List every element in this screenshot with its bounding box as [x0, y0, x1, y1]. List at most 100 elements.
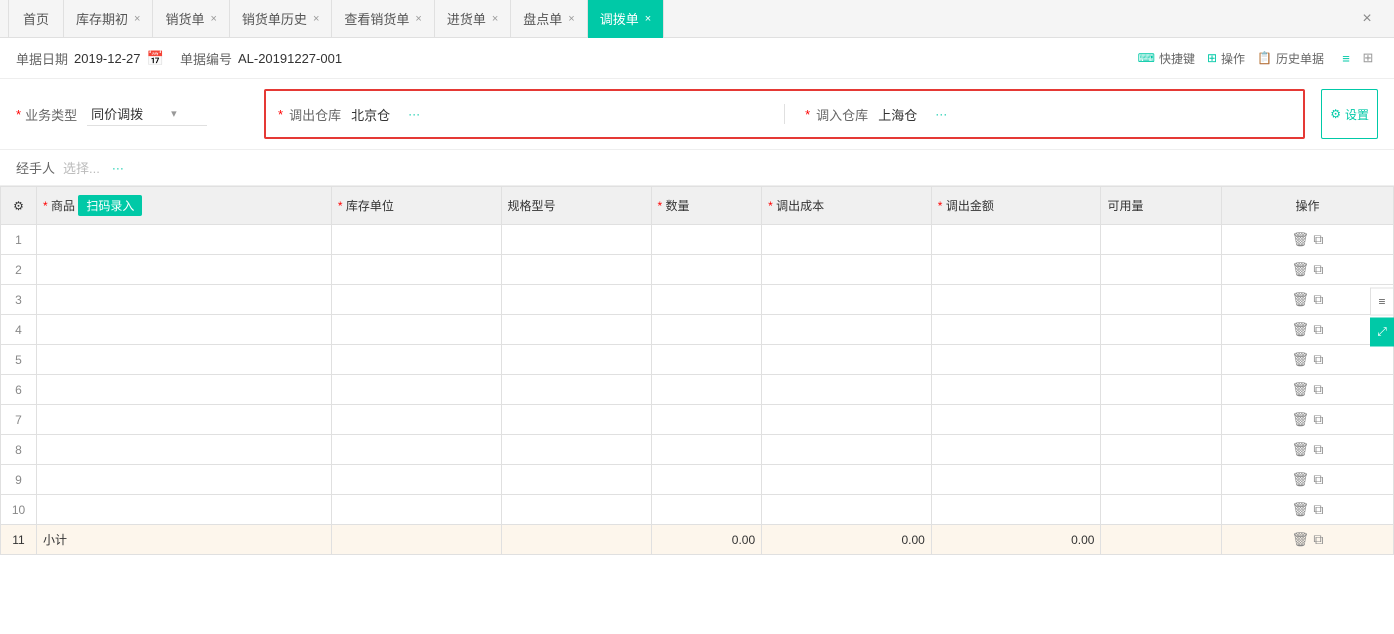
cell-unit[interactable] — [331, 465, 501, 495]
tab-inventory-check[interactable]: 盘点单 × — [511, 0, 587, 38]
delete-icon[interactable]: 🗑 — [1292, 531, 1310, 548]
tab-sales-order[interactable]: 销货单 × — [153, 0, 229, 38]
cell-qty[interactable] — [651, 435, 762, 465]
cell-unit[interactable] — [331, 315, 501, 345]
delete-icon[interactable]: 🗑 — [1292, 411, 1310, 428]
cell-amount[interactable] — [931, 225, 1101, 255]
cell-qty[interactable] — [651, 345, 762, 375]
scan-button[interactable]: 扫码录入 — [78, 195, 142, 216]
cell-cost[interactable] — [762, 345, 932, 375]
close-icon[interactable]: × — [492, 13, 498, 25]
cell-qty[interactable] — [651, 225, 762, 255]
tab-sales-history[interactable]: 销货单历史 × — [230, 0, 332, 38]
copy-icon[interactable]: ⧉ — [1313, 231, 1323, 248]
cell-amount[interactable] — [931, 495, 1101, 525]
settings-button[interactable]: ⚙ 设置 — [1321, 89, 1378, 139]
window-close-button[interactable]: × — [1348, 0, 1386, 38]
cell-unit[interactable] — [331, 255, 501, 285]
cell-qty[interactable] — [651, 495, 762, 525]
copy-icon[interactable]: ⧉ — [1313, 261, 1323, 278]
cell-qty[interactable] — [651, 285, 762, 315]
copy-icon[interactable]: ⧉ — [1313, 471, 1323, 488]
doc-number-value[interactable]: AL-20191227-001 — [238, 51, 342, 66]
cell-cost[interactable] — [762, 285, 932, 315]
cell-product[interactable] — [37, 405, 332, 435]
cell-spec[interactable] — [501, 315, 651, 345]
cell-amount[interactable] — [931, 255, 1101, 285]
copy-icon[interactable]: ⧉ — [1313, 321, 1323, 338]
cell-spec[interactable] — [501, 435, 651, 465]
cell-qty[interactable] — [651, 405, 762, 435]
close-icon[interactable]: × — [313, 13, 319, 25]
cell-qty[interactable] — [651, 375, 762, 405]
cell-product[interactable] — [37, 315, 332, 345]
cell-amount[interactable] — [931, 465, 1101, 495]
handler-more[interactable]: ··· — [112, 161, 124, 175]
cell-unit[interactable] — [331, 405, 501, 435]
layout-grid-btn[interactable]: ⊞ — [1358, 48, 1378, 68]
delete-icon[interactable]: 🗑 — [1292, 291, 1310, 308]
cell-unit[interactable] — [331, 495, 501, 525]
handler-placeholder[interactable]: 选择... — [63, 158, 100, 177]
delete-icon[interactable]: 🗑 — [1292, 321, 1310, 338]
cell-product[interactable] — [37, 375, 332, 405]
close-icon[interactable]: × — [568, 13, 574, 25]
delete-icon[interactable]: 🗑 — [1292, 471, 1310, 488]
cell-amount[interactable] — [931, 315, 1101, 345]
close-icon[interactable]: × — [415, 13, 421, 25]
cell-spec[interactable] — [501, 375, 651, 405]
tab-home[interactable]: 首页 — [8, 0, 64, 38]
cell-amount[interactable] — [931, 285, 1101, 315]
cell-spec[interactable] — [501, 345, 651, 375]
cell-product[interactable] — [37, 435, 332, 465]
cell-amount[interactable] — [931, 375, 1101, 405]
cell-spec[interactable] — [501, 405, 651, 435]
cell-amount[interactable] — [931, 405, 1101, 435]
cell-spec[interactable] — [501, 495, 651, 525]
cell-product[interactable] — [37, 465, 332, 495]
cell-spec[interactable] — [501, 285, 651, 315]
warehouse-in-value[interactable]: 上海仓 — [878, 105, 917, 124]
layout-list-btn[interactable]: ≡ — [1336, 48, 1356, 68]
cell-cost[interactable] — [762, 315, 932, 345]
cell-spec[interactable] — [501, 225, 651, 255]
cell-unit[interactable] — [331, 285, 501, 315]
cell-product[interactable] — [37, 255, 332, 285]
cell-cost[interactable] — [762, 255, 932, 285]
cell-cost[interactable] — [762, 225, 932, 255]
shortcut-action[interactable]: ⌨ 快捷键 — [1138, 50, 1195, 67]
delete-icon[interactable]: 🗑 — [1292, 441, 1310, 458]
col-gear[interactable]: ⚙ — [1, 187, 37, 225]
warehouse-in-more[interactable]: ··· — [935, 107, 947, 121]
cell-cost[interactable] — [762, 405, 932, 435]
cell-product[interactable] — [37, 285, 332, 315]
cell-cost[interactable] — [762, 375, 932, 405]
delete-icon[interactable]: 🗑 — [1292, 381, 1310, 398]
cell-qty[interactable] — [651, 255, 762, 285]
cell-amount[interactable] — [931, 345, 1101, 375]
delete-icon[interactable]: 🗑 — [1292, 261, 1310, 278]
business-type-select[interactable]: 同价调拨 ▾ — [87, 102, 207, 126]
delete-icon[interactable]: 🗑 — [1292, 501, 1310, 518]
copy-icon[interactable]: ⧉ — [1313, 531, 1323, 548]
cell-unit[interactable] — [331, 345, 501, 375]
cell-product[interactable] — [37, 345, 332, 375]
copy-icon[interactable]: ⧉ — [1313, 501, 1323, 518]
copy-icon[interactable]: ⧉ — [1313, 381, 1323, 398]
cell-qty[interactable] — [651, 315, 762, 345]
cell-cost[interactable] — [762, 495, 932, 525]
delete-icon[interactable]: 🗑 — [1292, 231, 1310, 248]
tab-view-sales[interactable]: 查看销货单 × — [332, 0, 434, 38]
copy-icon[interactable]: ⧉ — [1313, 291, 1323, 308]
copy-icon[interactable]: ⧉ — [1313, 351, 1323, 368]
warehouse-out-value[interactable]: 北京仓 — [351, 105, 390, 124]
operation-action[interactable]: ⊞ 操作 — [1207, 50, 1245, 67]
copy-icon[interactable]: ⧉ — [1313, 411, 1323, 428]
float-expand-btn[interactable]: ⤢ — [1370, 318, 1394, 347]
cell-qty[interactable] — [651, 465, 762, 495]
copy-icon[interactable]: ⧉ — [1313, 441, 1323, 458]
cell-unit[interactable] — [331, 435, 501, 465]
cell-product[interactable] — [37, 495, 332, 525]
close-icon[interactable]: × — [134, 13, 140, 25]
close-icon[interactable]: × — [645, 13, 651, 25]
